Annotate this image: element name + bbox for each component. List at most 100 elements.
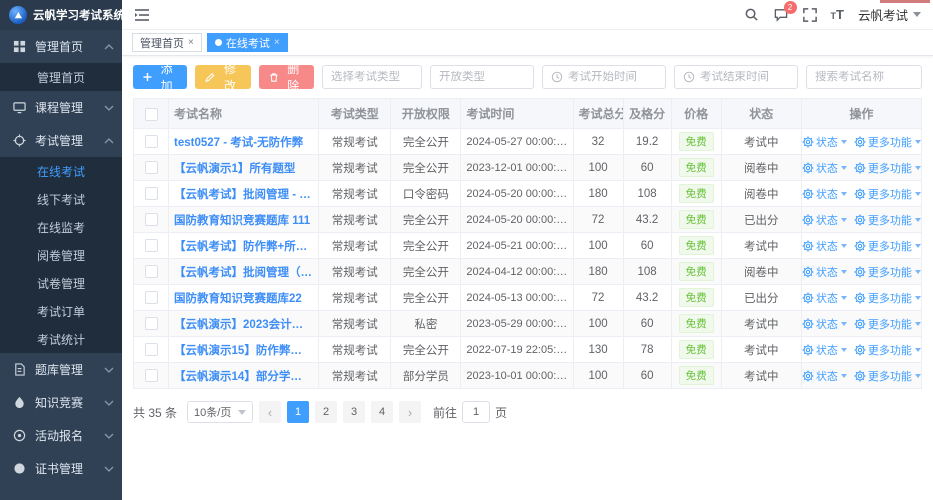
more-functions-dropdown-button[interactable]: 更多功能 — [854, 316, 921, 332]
goto-page-input[interactable] — [462, 401, 491, 423]
exam-time-cell: 2024-05-21 00:00:00 ~... — [460, 232, 574, 259]
filter-input[interactable] — [438, 71, 525, 83]
per-page-value: 10条/页 — [194, 407, 232, 419]
sidebar-item-试卷管理[interactable]: 试卷管理 — [0, 269, 122, 297]
user-menu[interactable]: 云帆考试 — [858, 5, 921, 24]
status-dropdown-button[interactable]: 状态 — [802, 186, 847, 202]
tag-label: 在线考试 — [225, 37, 270, 50]
filter-input[interactable] — [814, 71, 913, 83]
close-icon[interactable]: × — [188, 37, 194, 48]
filter-考试结束时间 — [673, 65, 798, 89]
status-dropdown-button[interactable]: 状态 — [802, 316, 847, 332]
sidebar-collapse-icon[interactable] — [134, 8, 150, 22]
row-checkbox[interactable] — [144, 135, 158, 148]
exam-name-link[interactable]: 【云帆演示1】所有题型 — [174, 160, 313, 176]
more-functions-dropdown-button[interactable]: 更多功能 — [854, 238, 921, 254]
more-functions-dropdown-button[interactable]: 更多功能 — [854, 264, 921, 280]
sidebar-group-管理首页[interactable]: 管理首页 — [0, 30, 122, 63]
sidebar-item-在线考试[interactable]: 在线考试 — [0, 157, 122, 185]
column-header: 考试类型 — [318, 98, 392, 129]
price-badge: 免费 — [678, 366, 714, 385]
exam-name-link[interactable]: 【云帆演示15】防作弊（为方便... — [174, 342, 313, 358]
status-dropdown-button[interactable]: 状态 — [802, 368, 847, 384]
sidebar-item-在线监考[interactable]: 在线监考 — [0, 213, 122, 241]
chevron-down-icon — [914, 217, 921, 222]
sidebar-item-线下考试[interactable]: 线下考试 — [0, 185, 122, 213]
page-button-2[interactable]: 2 — [315, 401, 338, 423]
exam-time-cell: 2024-05-20 00:00:00 ~... — [460, 206, 574, 233]
exam-name-link[interactable]: test0527 - 考试-无防作弊 — [174, 134, 313, 150]
gear-icon — [854, 318, 866, 330]
page-button-1[interactable]: 1 — [287, 401, 310, 423]
exam-name-link[interactable]: 【云帆考试】批阅管理 - 0520 — [174, 186, 313, 202]
more-functions-dropdown-button[interactable]: 更多功能 — [854, 186, 921, 202]
page-button-3[interactable]: 3 — [343, 401, 366, 423]
row-checkbox[interactable] — [144, 343, 158, 356]
sidebar-item-管理首页[interactable]: 管理首页 — [0, 63, 122, 91]
status-dropdown-button[interactable]: 状态 — [802, 134, 847, 150]
next-page-button[interactable]: › — [399, 401, 422, 423]
exam-name-link[interactable]: 【云帆演示14】部分学员权限增... — [174, 368, 313, 384]
open-permission-cell: 完全公开 — [390, 336, 462, 363]
add-button[interactable]: 添加 — [133, 62, 188, 93]
gear-icon — [854, 188, 866, 200]
row-checkbox[interactable] — [144, 187, 158, 200]
more-functions-dropdown-button[interactable]: 更多功能 — [854, 160, 921, 176]
status-cell: 已出分 — [721, 206, 802, 233]
sidebar-group-活动报名[interactable]: 活动报名 — [0, 419, 122, 452]
font-size-icon[interactable]: TT — [831, 7, 844, 22]
sidebar-group-课程管理[interactable]: 课程管理 — [0, 91, 122, 124]
prev-page-button[interactable]: ‹ — [259, 401, 282, 423]
more-functions-dropdown-button[interactable]: 更多功能 — [854, 212, 921, 228]
sidebar-item-考试订单[interactable]: 考试订单 — [0, 297, 122, 325]
per-page-select[interactable]: 10条/页 — [187, 401, 254, 423]
row-checkbox[interactable] — [144, 239, 158, 252]
status-dropdown-button[interactable]: 状态 — [802, 238, 847, 254]
exam-type-cell: 常规考试 — [318, 310, 392, 337]
tag-online-exam[interactable]: 在线考试 × — [206, 33, 288, 52]
status-dropdown-button[interactable]: 状态 — [802, 212, 847, 228]
fullscreen-icon[interactable] — [802, 7, 817, 22]
sidebar-group-题库管理[interactable]: 题库管理 — [0, 353, 122, 386]
exam-name-link[interactable]: 【云帆考试】批阅管理（流程：... — [174, 264, 313, 280]
exam-type-cell: 常规考试 — [318, 362, 392, 389]
filter-input[interactable] — [330, 71, 413, 83]
operation-cell: 状态 更多功能 — [801, 154, 922, 181]
row-checkbox[interactable] — [144, 317, 158, 330]
tag-admin-home[interactable]: 管理首页 × — [132, 33, 202, 52]
sidebar-group-知识竞赛[interactable]: 知识竞赛 — [0, 386, 122, 419]
checkbox-cell — [133, 258, 170, 285]
search-icon[interactable] — [744, 7, 759, 22]
delete-button[interactable]: 删除 — [258, 62, 314, 93]
price-badge: 免费 — [678, 314, 714, 333]
exam-name-link[interactable]: 【云帆演示】2023会计考试（... — [174, 316, 313, 332]
sidebar-item-考试统计[interactable]: 考试统计 — [0, 325, 122, 353]
page-button-4[interactable]: 4 — [371, 401, 394, 423]
message-icon[interactable]: 2 — [773, 1, 797, 22]
close-icon[interactable]: × — [274, 37, 280, 48]
filter-input[interactable] — [699, 71, 789, 83]
more-functions-dropdown-button[interactable]: 更多功能 — [854, 342, 921, 358]
chevron-down-icon — [840, 347, 847, 352]
sidebar-item-阅卷管理[interactable]: 阅卷管理 — [0, 241, 122, 269]
more-functions-dropdown-button[interactable]: 更多功能 — [854, 290, 921, 306]
row-checkbox[interactable] — [144, 213, 158, 226]
row-checkbox[interactable] — [144, 161, 158, 174]
sidebar-group-考试管理[interactable]: 考试管理 — [0, 124, 122, 157]
sidebar-group-证书管理[interactable]: 证书管理 — [0, 452, 122, 485]
filter-input[interactable] — [567, 71, 657, 83]
row-checkbox[interactable] — [144, 291, 158, 304]
row-checkbox[interactable] — [144, 369, 158, 382]
status-dropdown-button[interactable]: 状态 — [802, 290, 847, 306]
exam-name-link[interactable]: 国防教育知识竞赛题库22 — [174, 290, 313, 306]
exam-name-link[interactable]: 国防教育知识竞赛题库 111 — [174, 212, 313, 228]
status-dropdown-button[interactable]: 状态 — [802, 160, 847, 176]
status-dropdown-button[interactable]: 状态 — [802, 264, 847, 280]
exam-name-link[interactable]: 【云帆考试】防作弊+所有题型... — [174, 238, 313, 254]
row-checkbox[interactable] — [144, 265, 158, 278]
more-functions-dropdown-button[interactable]: 更多功能 — [854, 368, 921, 384]
select-all-checkbox[interactable] — [144, 107, 158, 121]
status-dropdown-button[interactable]: 状态 — [802, 342, 847, 358]
more-functions-dropdown-button[interactable]: 更多功能 — [854, 134, 921, 150]
edit-button[interactable]: 修改 — [195, 62, 251, 93]
